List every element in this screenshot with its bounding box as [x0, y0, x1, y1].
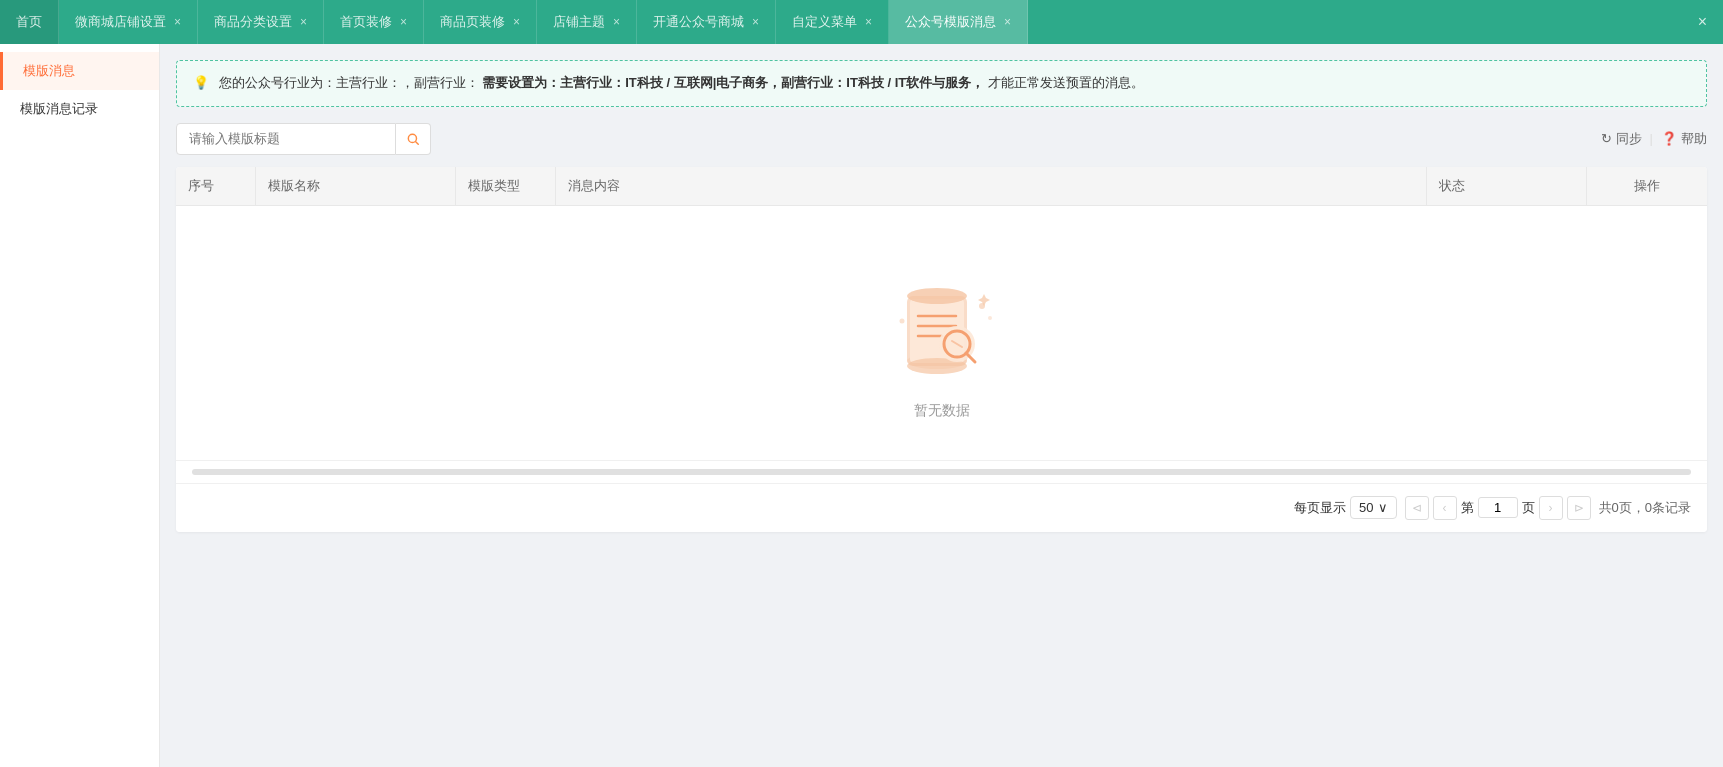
- tab-item-3[interactable]: 首页装修 ×: [324, 0, 424, 44]
- table-header: 序号 模版名称 模版类型 消息内容 状态 操作: [176, 167, 1707, 206]
- tab-close-1[interactable]: ×: [174, 16, 181, 28]
- tab-label-3: 首页装修: [340, 13, 392, 31]
- sidebar-item-0[interactable]: 模版消息: [0, 52, 159, 90]
- tab-item-4[interactable]: 商品页装修 ×: [424, 0, 537, 44]
- total-info: 共0页，0条记录: [1599, 499, 1691, 517]
- tab-close-6[interactable]: ×: [752, 16, 759, 28]
- col-header-seq: 序号: [176, 167, 256, 205]
- last-page-button[interactable]: ⊳: [1567, 496, 1591, 520]
- tab-close-3[interactable]: ×: [400, 16, 407, 28]
- page-label: 第: [1461, 499, 1474, 517]
- sidebar-item-1[interactable]: 模版消息记录: [0, 90, 159, 128]
- col-header-content: 消息内容: [556, 167, 1427, 205]
- toolbar-divider: |: [1650, 131, 1653, 146]
- pagination: 每页显示 50 ∨ ⊲ ‹ 第 页 › ⊳ 共0页，0条记录: [176, 483, 1707, 532]
- empty-state: 暂无数据: [176, 206, 1707, 460]
- col-header-action: 操作: [1587, 167, 1707, 205]
- tab-label-0: 首页: [16, 13, 42, 31]
- prev-page-button[interactable]: ‹: [1433, 496, 1457, 520]
- tab-label-2: 商品分类设置: [214, 13, 292, 31]
- tab-close-7[interactable]: ×: [865, 16, 872, 28]
- col-header-status: 状态: [1427, 167, 1587, 205]
- search-button[interactable]: [396, 123, 431, 155]
- help-button[interactable]: ❓ 帮助: [1661, 130, 1707, 148]
- col-header-type: 模版类型: [456, 167, 556, 205]
- toolbar-right: ↻ 同步 | ❓ 帮助: [1601, 130, 1707, 148]
- notice-text3: 才能正常发送预置的消息。: [988, 75, 1144, 90]
- tab-item-6[interactable]: 开通公众号商城 ×: [637, 0, 776, 44]
- tab-bar-close-btn[interactable]: ×: [1682, 13, 1723, 31]
- search-input[interactable]: [176, 123, 396, 155]
- page-size-dropdown-icon: ∨: [1378, 500, 1388, 515]
- page-size-selector[interactable]: 50 ∨: [1350, 496, 1396, 519]
- content-area: 💡 您的公众号行业为：主营行业：，副营行业： 需要设置为：主营行业：IT科技 /…: [160, 44, 1723, 767]
- tab-close-4[interactable]: ×: [513, 16, 520, 28]
- page-size-value: 50: [1359, 500, 1373, 515]
- svg-point-5: [907, 288, 967, 304]
- notice-box: 💡 您的公众号行业为：主营行业：，副营行业： 需要设置为：主营行业：IT科技 /…: [176, 60, 1707, 107]
- page-navigation: ⊲ ‹ 第 页 › ⊳: [1405, 496, 1591, 520]
- tab-label-4: 商品页装修: [440, 13, 505, 31]
- svg-point-15: [988, 316, 992, 320]
- notice-text2: 需要设置为：主营行业：IT科技 / 互联网|电子商务，副营行业：IT科技 / I…: [482, 75, 984, 90]
- scrollbar-area: [176, 460, 1707, 483]
- sync-button[interactable]: ↻ 同步: [1601, 130, 1642, 148]
- empty-illustration: [882, 266, 1002, 386]
- sidebar: 模版消息模版消息记录: [0, 44, 160, 767]
- tab-label-1: 微商城店铺设置: [75, 13, 166, 31]
- tab-item-0[interactable]: 首页: [0, 0, 59, 44]
- tab-item-5[interactable]: 店铺主题 ×: [537, 0, 637, 44]
- page-unit: 页: [1522, 499, 1535, 517]
- help-label: 帮助: [1681, 130, 1707, 148]
- svg-line-1: [416, 142, 419, 145]
- notice-text1: 您的公众号行业为：主营行业：，副营行业：: [219, 75, 479, 90]
- tab-label-7: 自定义菜单: [792, 13, 857, 31]
- col-header-name: 模版名称: [256, 167, 456, 205]
- tab-item-1[interactable]: 微商城店铺设置 ×: [59, 0, 198, 44]
- tab-bar: 首页微商城店铺设置×商品分类设置×首页装修×商品页装修×店铺主题×开通公众号商城…: [0, 0, 1723, 44]
- tab-label-6: 开通公众号商城: [653, 13, 744, 31]
- tab-item-8[interactable]: 公众号模版消息 ×: [889, 0, 1028, 44]
- empty-text: 暂无数据: [914, 402, 970, 420]
- tab-item-7[interactable]: 自定义菜单 ×: [776, 0, 889, 44]
- sync-label: 同步: [1616, 130, 1642, 148]
- page-size-label: 每页显示: [1294, 499, 1346, 517]
- horizontal-scrollbar[interactable]: [192, 469, 1691, 475]
- current-page-input[interactable]: [1478, 497, 1518, 518]
- first-page-button[interactable]: ⊲: [1405, 496, 1429, 520]
- page-size-section: 每页显示 50 ∨: [1294, 496, 1396, 519]
- main-layout: 模版消息模版消息记录 💡 您的公众号行业为：主营行业：，副营行业： 需要设置为：…: [0, 44, 1723, 767]
- tab-close-5[interactable]: ×: [613, 16, 620, 28]
- search-bar: ↻ 同步 | ❓ 帮助: [176, 123, 1707, 155]
- tab-close-8[interactable]: ×: [1004, 16, 1011, 28]
- data-table: 序号 模版名称 模版类型 消息内容 状态 操作: [176, 167, 1707, 532]
- notice-icon: 💡: [193, 75, 209, 90]
- tab-label-8: 公众号模版消息: [905, 13, 996, 31]
- tab-label-5: 店铺主题: [553, 13, 605, 31]
- tab-close-2[interactable]: ×: [300, 16, 307, 28]
- help-icon: ❓: [1661, 131, 1677, 146]
- search-icon: [406, 132, 420, 146]
- svg-point-16: [899, 318, 904, 323]
- next-page-button[interactable]: ›: [1539, 496, 1563, 520]
- tab-item-2[interactable]: 商品分类设置 ×: [198, 0, 324, 44]
- sync-icon: ↻: [1601, 131, 1612, 146]
